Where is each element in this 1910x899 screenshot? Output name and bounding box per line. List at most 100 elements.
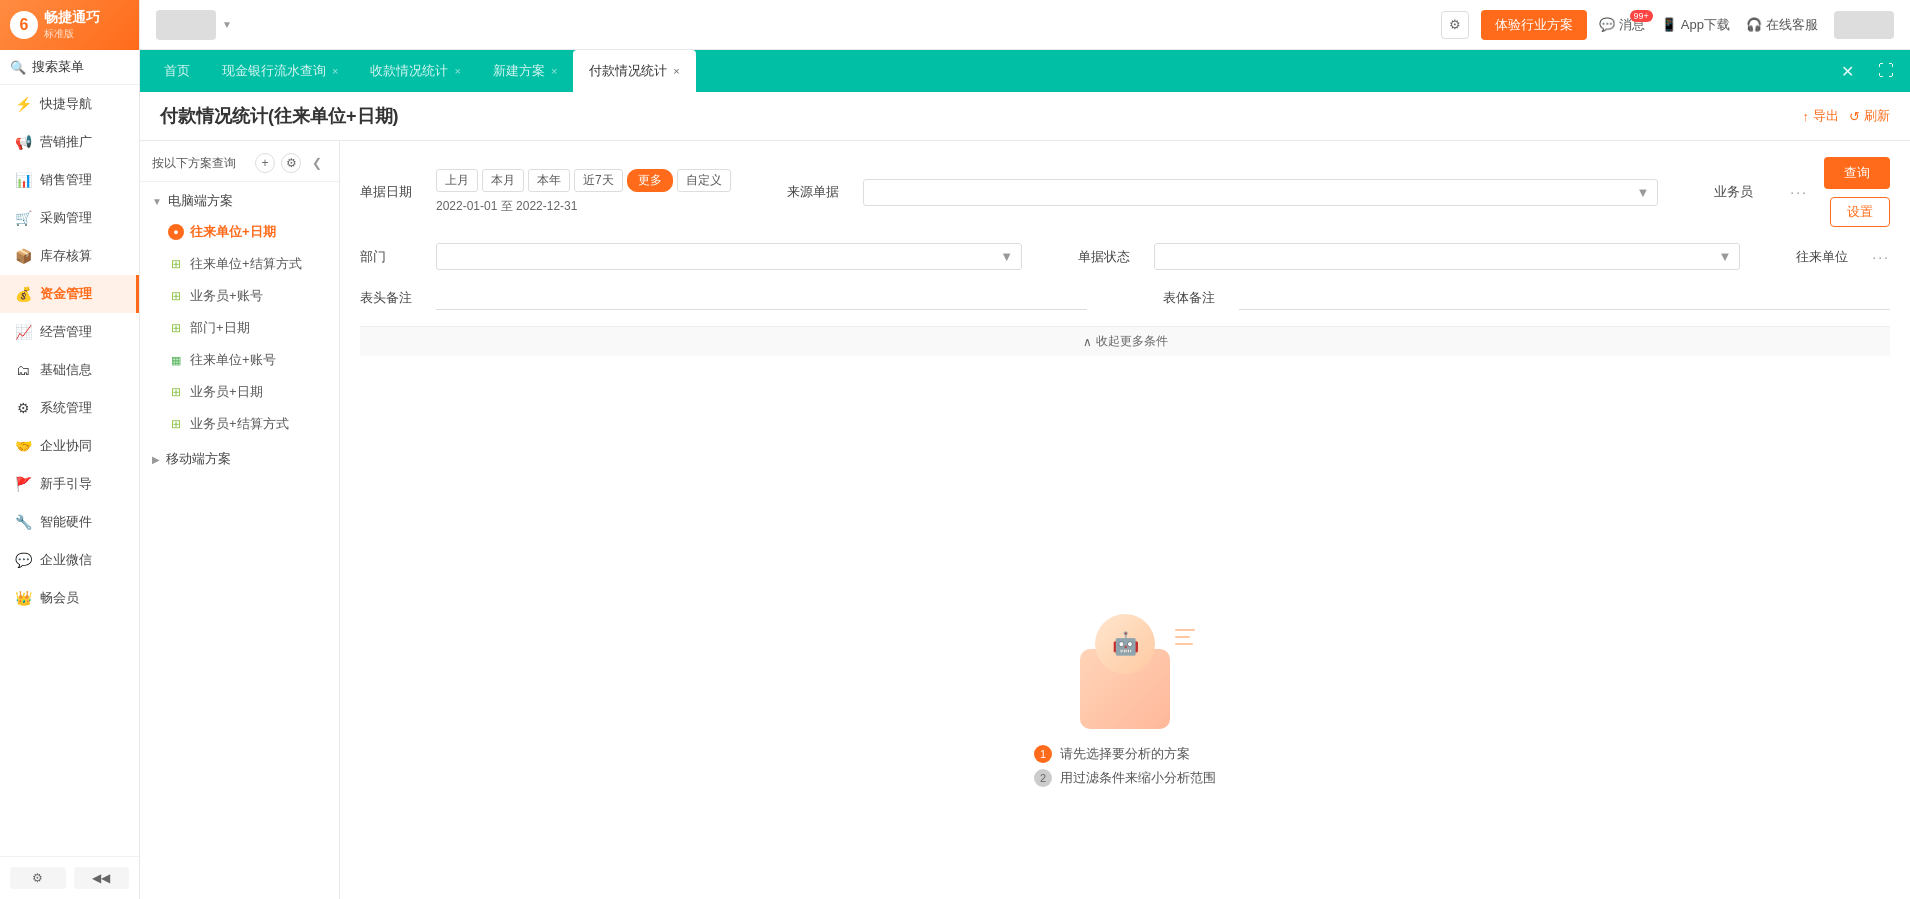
topbar-settings-btn[interactable]: ⚙	[1441, 11, 1469, 39]
tab-payment-stats[interactable]: 付款情况统计 ×	[573, 50, 695, 92]
scheme-item-staff-account[interactable]: ⊞ 业务员+账号	[140, 280, 339, 312]
tip-num-1: 1	[1034, 745, 1052, 763]
sidebar-item-label: 基础信息	[40, 361, 92, 379]
sidebar-item-label: 经营管理	[40, 323, 92, 341]
tab-collection-close[interactable]: ×	[454, 65, 460, 77]
body-note-input[interactable]	[1239, 286, 1890, 310]
app-download-btn[interactable]: 📱 App下载	[1661, 16, 1730, 34]
marketing-icon: 📢	[14, 133, 32, 151]
sidebar-item-label: 营销推广	[40, 133, 92, 151]
date-tab-last-month[interactable]: 上月	[436, 169, 478, 192]
scheme-item-partner-date[interactable]: ● 往来单位+日期	[140, 216, 339, 248]
scheme-item-dept-date[interactable]: ⊞ 部门+日期	[140, 312, 339, 344]
partner-dots-btn[interactable]: ···	[1872, 249, 1890, 265]
tab-new-scheme[interactable]: 新建方案 ×	[477, 50, 573, 92]
notifications-btn[interactable]: 💬 消息 99+	[1599, 16, 1645, 34]
date-tab-this-month[interactable]: 本月	[482, 169, 524, 192]
tab-payment-close[interactable]: ×	[673, 65, 679, 77]
sidebar-item-system[interactable]: ⚙ 系统管理	[0, 389, 139, 427]
sidebar-item-enterprise[interactable]: 🤝 企业协同	[0, 427, 139, 465]
scheme-item-staff-account-label: 业务员+账号	[190, 287, 263, 305]
sidebar-item-capital[interactable]: 💰 资金管理	[0, 275, 139, 313]
tab-home-label: 首页	[164, 62, 190, 80]
sidebar-item-sales[interactable]: 📊 销售管理	[0, 161, 139, 199]
sidebar-item-label: 快捷导航	[40, 95, 92, 113]
online-service-btn[interactable]: 🎧 在线客服	[1746, 16, 1818, 34]
voucher-status-select[interactable]: ▼	[1154, 243, 1740, 270]
logo-sub: 标准版	[44, 27, 100, 41]
sidebar-item-member[interactable]: 👑 畅会员	[0, 579, 139, 617]
export-btn[interactable]: ↑ 导出	[1803, 107, 1840, 125]
sidebar-settings-btn[interactable]: ⚙	[10, 867, 66, 889]
scheme-group-desktop-header[interactable]: ▼ 电脑端方案	[140, 186, 339, 216]
dept-select[interactable]: ▼	[436, 243, 1022, 270]
query-btn[interactable]: 查询	[1824, 157, 1890, 189]
scheme-panel-header: 按以下方案查询 + ⚙ ❮	[140, 153, 339, 182]
scheme-item-staff-date[interactable]: ⊞ 业务员+日期	[140, 376, 339, 408]
online-service-label: 在线客服	[1766, 16, 1818, 34]
empty-tip-1: 1 请先选择要分析的方案	[1034, 745, 1216, 763]
page-header: 付款情况统计(往来单位+日期) ↑ 导出 ↺ 刷新	[140, 92, 1910, 141]
tab-new-scheme-close[interactable]: ×	[551, 65, 557, 77]
tab-collection-stats[interactable]: 收款情况统计 ×	[354, 50, 476, 92]
sidebar-item-basic-info[interactable]: 🗂 基础信息	[0, 351, 139, 389]
topbar-user-avatar-btn[interactable]	[1834, 11, 1894, 39]
sidebar-item-inventory[interactable]: 📦 库存核算	[0, 237, 139, 275]
scheme-group-arrow: ▼	[152, 196, 162, 207]
sidebar-item-marketing[interactable]: 📢 营销推广	[0, 123, 139, 161]
tab-expand-btn[interactable]: ⛶	[1870, 58, 1902, 85]
trial-btn[interactable]: 体验行业方案	[1481, 10, 1587, 40]
sidebar-item-label: 企业协同	[40, 437, 92, 455]
sidebar-item-quick-nav[interactable]: ⚡ 快捷导航	[0, 85, 139, 123]
export-label: 导出	[1813, 107, 1839, 125]
tab-bank-flow[interactable]: 现金银行流水查询 ×	[206, 50, 354, 92]
date-tab-7days[interactable]: 近7天	[574, 169, 623, 192]
sidebar-item-purchase[interactable]: 🛒 采购管理	[0, 199, 139, 237]
sidebar-search[interactable]: 🔍 搜索菜单	[0, 50, 139, 85]
user-dropdown-arrow[interactable]: ▼	[222, 19, 232, 30]
scheme-item-partner-settle-label: 往来单位+结算方式	[190, 255, 302, 273]
filter-date-group: 上月 本月 本年 近7天 更多 自定义 2022-01-01 至 2022-12…	[436, 169, 731, 215]
filter-row-1: 单据日期 上月 本月 本年 近7天 更多 自定义 2022-01-01 至 20…	[360, 157, 1890, 227]
date-range-text: 2022-01-01 至 2022-12-31	[436, 198, 731, 215]
scheme-add-btn[interactable]: +	[255, 153, 275, 173]
collapse-more-btn[interactable]: ∧ 收起更多条件	[360, 326, 1890, 356]
phone-icon: 📱	[1661, 17, 1677, 32]
scheme-item-partner-account[interactable]: ▦ 往来单位+账号	[140, 344, 339, 376]
collapse-label: 收起更多条件	[1096, 333, 1168, 350]
topbar-right: 💬 消息 99+ 📱 App下载 🎧 在线客服	[1599, 11, 1894, 39]
sidebar-logo: 6 畅捷通巧 标准版	[0, 0, 139, 50]
date-tab-custom[interactable]: 自定义	[677, 169, 731, 192]
scheme-item-partner-settle[interactable]: ⊞ 往来单位+结算方式	[140, 248, 339, 280]
scheme-settings-btn[interactable]: ⚙	[281, 153, 301, 173]
partner-date-icon: ●	[168, 224, 184, 240]
filter-date-tabs: 上月 本月 本年 近7天 更多 自定义	[436, 169, 731, 192]
scheme-group-mobile-header[interactable]: ▶ 移动端方案	[140, 444, 339, 474]
date-tab-this-year[interactable]: 本年	[528, 169, 570, 192]
sidebar-item-smart-hw[interactable]: 🔧 智能硬件	[0, 503, 139, 541]
filter-settings-btn[interactable]: 设置	[1830, 197, 1890, 227]
sidebar-item-label: 资金管理	[40, 285, 92, 303]
header-note-input[interactable]	[436, 286, 1087, 310]
source-voucher-select[interactable]: ▼	[863, 179, 1659, 206]
sidebar-collapse-btn[interactable]: ◀◀	[74, 867, 130, 889]
scheme-item-staff-settle[interactable]: ⊞ 业务员+结算方式	[140, 408, 339, 440]
sidebar-item-guide[interactable]: 🚩 新手引导	[0, 465, 139, 503]
sales-icon: 📊	[14, 171, 32, 189]
sidebar-item-operations[interactable]: 📈 经营管理	[0, 313, 139, 351]
sidebar-item-wechat[interactable]: 💬 企业微信	[0, 541, 139, 579]
tabbar: 首页 现金银行流水查询 × 收款情况统计 × 新建方案 × 付款情况统计 × ✕…	[140, 50, 1910, 92]
page-title: 付款情况统计(往来单位+日期)	[160, 104, 399, 128]
tab-home[interactable]: 首页	[148, 50, 206, 92]
date-tab-more[interactable]: 更多	[627, 169, 673, 192]
tab-bank-flow-close[interactable]: ×	[332, 65, 338, 77]
scheme-collapse-btn[interactable]: ❮	[307, 153, 327, 173]
tab-close-all-btn[interactable]: ✕	[1833, 58, 1862, 85]
staff-dots-btn[interactable]: ···	[1790, 184, 1808, 200]
filter-panel: 单据日期 上月 本月 本年 近7天 更多 自定义 2022-01-01 至 20…	[340, 141, 1910, 496]
voucher-status-label: 单据状态	[1078, 248, 1138, 266]
service-icon: 🎧	[1746, 17, 1762, 32]
empty-tip-2: 2 用过滤条件来缩小分析范围	[1034, 769, 1216, 787]
sidebar: 6 畅捷通巧 标准版 🔍 搜索菜单 ⚡ 快捷导航 📢 营销推广 📊 销售管理 🛒…	[0, 0, 140, 899]
refresh-btn[interactable]: ↺ 刷新	[1849, 107, 1890, 125]
